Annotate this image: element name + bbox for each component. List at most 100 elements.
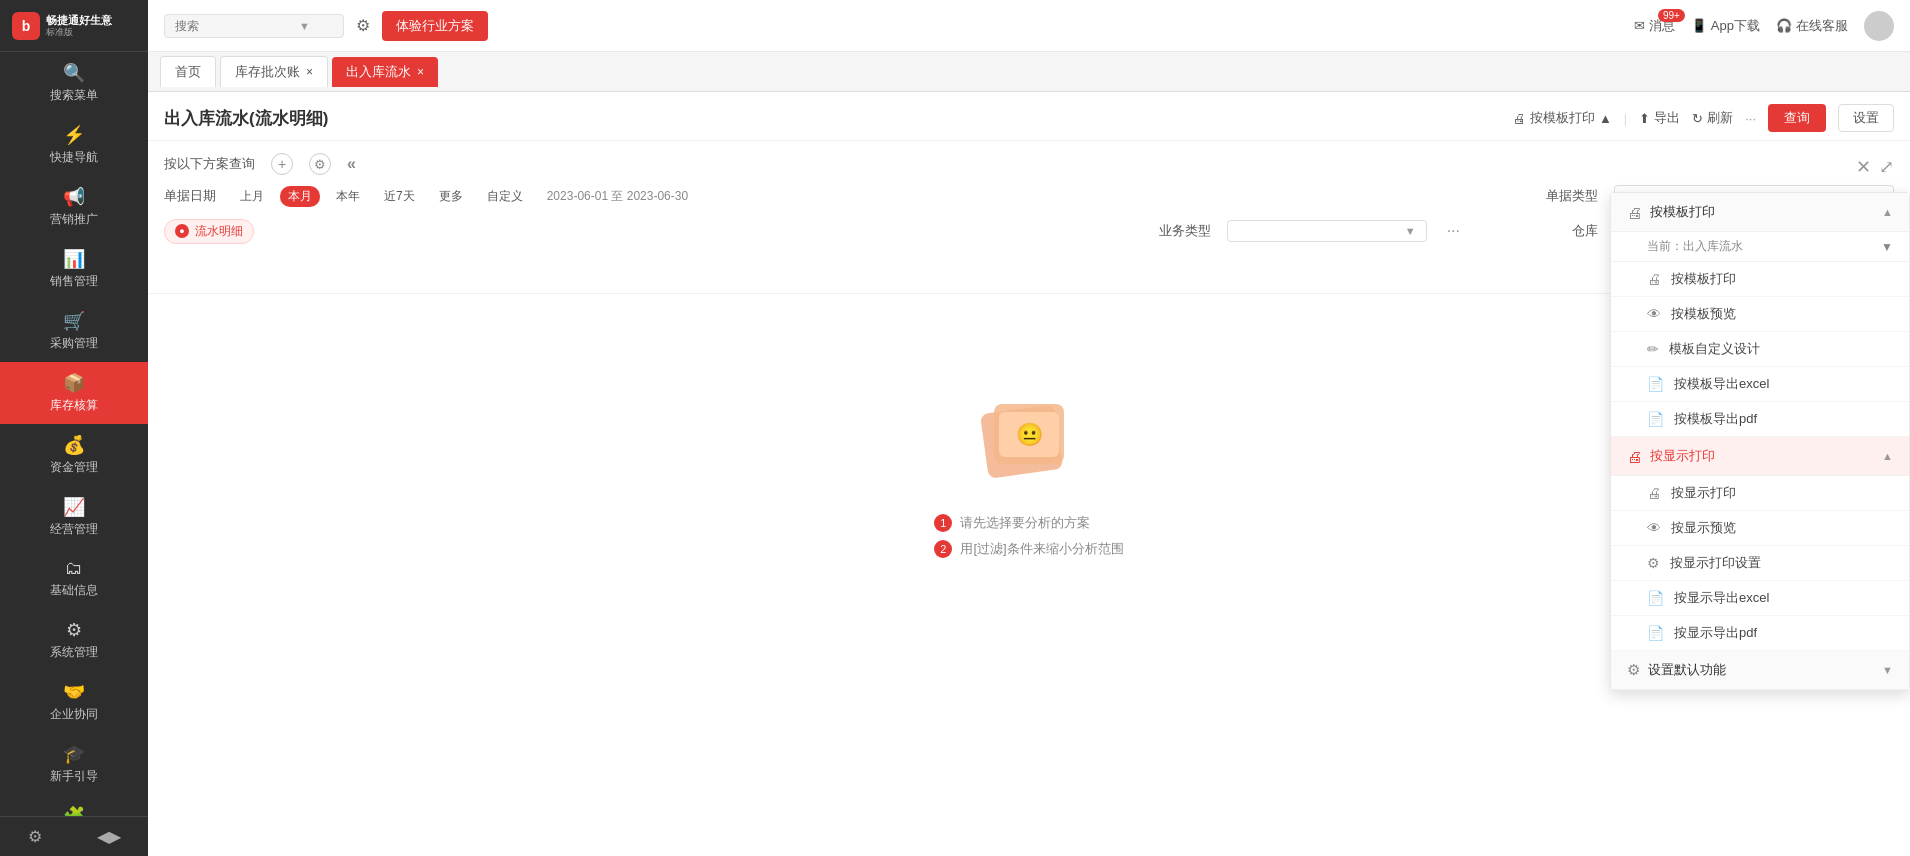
sidebar-bottom: ⚙ ◀▶ (0, 816, 148, 856)
sidebar-item-finance[interactable]: 💰 资金管理 (0, 424, 148, 486)
tab-label-batch: 库存批次账 (235, 63, 300, 81)
guide-icon: 🎓 (63, 743, 85, 765)
refresh-btn[interactable]: ↻ 刷新 (1692, 109, 1733, 127)
dp-sub-icon-template-preview: 👁 (1647, 306, 1661, 322)
logo-icon: b (12, 12, 40, 40)
dp-sub-template-preview[interactable]: 👁按模板预览 (1611, 297, 1909, 332)
tab-home[interactable]: 首页 (160, 56, 216, 87)
date-btn-this-month[interactable]: 本月 (280, 186, 320, 207)
dp-section-template-print[interactable]: 🖨 按模板打印 ▲ (1611, 193, 1909, 232)
date-btn-recent-7[interactable]: 近7天 (376, 186, 423, 207)
filter-label: 按以下方案查询 (164, 155, 255, 173)
sidebar-item-inventory[interactable]: 📦 库存核算 (0, 362, 148, 424)
sidebar-item-search[interactable]: 🔍 搜索菜单 (0, 52, 148, 114)
dp-icon-display-print: 🖨 (1627, 448, 1642, 465)
sidebar-label-finance: 资金管理 (50, 459, 98, 476)
user-avatar[interactable] (1864, 11, 1894, 41)
biz-type-ellipsis[interactable]: ··· (1447, 222, 1460, 240)
sidebar-item-operation[interactable]: 📈 经营管理 (0, 486, 148, 548)
dp-current-chevron: ▼ (1881, 240, 1893, 254)
search-chevron-icon: ▼ (299, 20, 310, 32)
query-btn[interactable]: 查询 (1768, 104, 1826, 132)
tab-label-home: 首页 (175, 63, 201, 81)
settings-icon[interactable]: ⚙ (356, 16, 370, 35)
filter-add-btn[interactable]: + (271, 153, 293, 175)
collapse-sidebar-icon[interactable]: ◀▶ (97, 827, 121, 846)
filter-collapse-btn[interactable]: « (347, 155, 356, 173)
dp-sub-display-export-excel[interactable]: 📄按显示导出excel (1611, 581, 1909, 616)
printer-icon: 🖨 (1513, 111, 1526, 126)
app-download-btn[interactable]: 📱 App下载 (1691, 17, 1760, 35)
dp-sub-display-preview[interactable]: 👁按显示预览 (1611, 511, 1909, 546)
tip-num-1: 1 (934, 514, 952, 532)
flow-detail-tag[interactable]: ● 流水明细 (164, 219, 254, 244)
sidebar-item-system[interactable]: ⚙ 系统管理 (0, 609, 148, 671)
dp-sub-template-export-pdf[interactable]: 📄按模板导出pdf (1611, 402, 1909, 437)
tab-label-flow: 出入库流水 (346, 63, 411, 81)
settings-icon[interactable]: ⚙ (28, 827, 42, 846)
sidebar-item-guide[interactable]: 🎓 新手引导 (0, 733, 148, 795)
window-controls: ✕ ⤢ (1856, 156, 1894, 178)
dp-section-set-default[interactable]: ⚙ 设置默认功能 ▼ (1611, 651, 1909, 690)
biz-type-label: 业务类型 (1159, 222, 1211, 240)
settings-btn[interactable]: 设置 (1838, 104, 1894, 132)
main-content: ▼ ⚙ 体验行业方案 ✉ 消息 99+ 📱 App下载 🎧 在线客服 首页 库存批… (148, 0, 1910, 856)
basic-icon: 🗂 (65, 558, 83, 579)
message-icon: ✉ (1634, 18, 1645, 33)
expand-panel-btn[interactable]: ⤢ (1879, 156, 1894, 178)
date-range: 2023-06-01 至 2023-06-30 (547, 188, 688, 205)
tab-close-batch[interactable]: × (306, 66, 313, 78)
export-btn[interactable]: ⬆ 导出 (1639, 109, 1680, 127)
dp-label-set-default: 设置默认功能 (1648, 661, 1726, 679)
dp-sub-template-custom[interactable]: ✏模板自定义设计 (1611, 332, 1909, 367)
dp-chevron-display-print: ▲ (1882, 450, 1893, 462)
print-dropdown-panel: 🖨 按模板打印 ▲ 当前：出入库流水▼🖨按模板打印👁按模板预览✏模板自定义设计📄… (1610, 192, 1910, 691)
search-icon: 🔍 (63, 62, 85, 84)
filter-date-label: 单据日期 (164, 187, 216, 205)
dp-sub-display-print-sub[interactable]: 🖨按显示打印 (1611, 476, 1909, 511)
print-template-btn[interactable]: 🖨 按模板打印 ▲ (1513, 109, 1612, 127)
tab-close-flow[interactable]: × (417, 66, 424, 78)
date-btn-more[interactable]: 更多 (431, 186, 471, 207)
message-btn[interactable]: ✉ 消息 99+ (1634, 17, 1675, 35)
tab-batch[interactable]: 库存批次账 × (220, 56, 328, 87)
refresh-icon: ↻ (1692, 111, 1703, 126)
sidebar-item-purchase[interactable]: 🛒 采购管理 (0, 300, 148, 362)
dp-sub-icon-template-print-sub: 🖨 (1647, 271, 1661, 287)
close-panel-btn[interactable]: ✕ (1856, 156, 1871, 178)
date-btn-custom[interactable]: 自定义 (479, 186, 531, 207)
dp-sub-template-export-excel[interactable]: 📄按模板导出excel (1611, 367, 1909, 402)
sidebar-item-partner[interactable]: 🤝 企业协同 (0, 671, 148, 733)
industry-btn[interactable]: 体验行业方案 (382, 11, 488, 41)
filter-setting-btn[interactable]: ⚙ (309, 153, 331, 175)
customer-service-btn[interactable]: 🎧 在线客服 (1776, 17, 1848, 35)
sidebar-label-guide: 新手引导 (50, 768, 98, 785)
sidebar-item-sales[interactable]: 📊 销售管理 (0, 238, 148, 300)
page-area: 出入库流水(流水明细) 🖨 按模板打印 ▲ | ⬆ 导出 ↻ 刷新 (148, 92, 1910, 856)
sales-icon: 📊 (63, 248, 85, 270)
sidebar-menu: 🔍 搜索菜单 ⚡ 快捷导航 📢 营销推广 📊 销售管理 🛒 采购管理 📦 库存核… (0, 52, 148, 816)
filter-tag-label: 流水明细 (195, 223, 243, 240)
sidebar-item-quick-nav[interactable]: ⚡ 快捷导航 (0, 114, 148, 176)
more-actions-icon[interactable]: ··· (1745, 111, 1756, 126)
sidebar-label-operation: 经营管理 (50, 521, 98, 538)
date-filter: 上月本月本年近7天更多自定义 (232, 186, 531, 207)
date-btn-this-year[interactable]: 本年 (328, 186, 368, 207)
sidebar-item-basic[interactable]: 🗂 基础信息 (0, 548, 148, 609)
sidebar: b 畅捷通好生意 标准版 🔍 搜索菜单 ⚡ 快捷导航 📢 营销推广 📊 销售管理… (0, 0, 148, 856)
search-box[interactable]: ▼ (164, 14, 344, 38)
dp-sub-display-print-settings[interactable]: ⚙按显示打印设置 (1611, 546, 1909, 581)
dp-sub-template-print-sub[interactable]: 🖨按模板打印 (1611, 262, 1909, 297)
chevron-up-icon: ▲ (1599, 111, 1612, 126)
dp-label-template-print: 按模板打印 (1650, 203, 1715, 221)
sidebar-item-apps[interactable]: 🧩 应用中心 (0, 795, 148, 816)
page-actions: 🖨 按模板打印 ▲ | ⬆ 导出 ↻ 刷新 ··· 查询 (1513, 104, 1894, 132)
dp-section-display-print[interactable]: 🖨 按显示打印 ▲ (1611, 437, 1909, 476)
biz-type-dropdown[interactable]: ▼ (1227, 220, 1427, 242)
dp-sub-display-export-pdf[interactable]: 📄按显示导出pdf (1611, 616, 1909, 651)
tab-flow[interactable]: 出入库流水 × (332, 57, 438, 87)
sidebar-item-marketing[interactable]: 📢 营销推广 (0, 176, 148, 238)
date-btn-last-month[interactable]: 上月 (232, 186, 272, 207)
dp-sub-icon-display-print-sub: 🖨 (1647, 485, 1661, 501)
search-input[interactable] (175, 19, 295, 33)
